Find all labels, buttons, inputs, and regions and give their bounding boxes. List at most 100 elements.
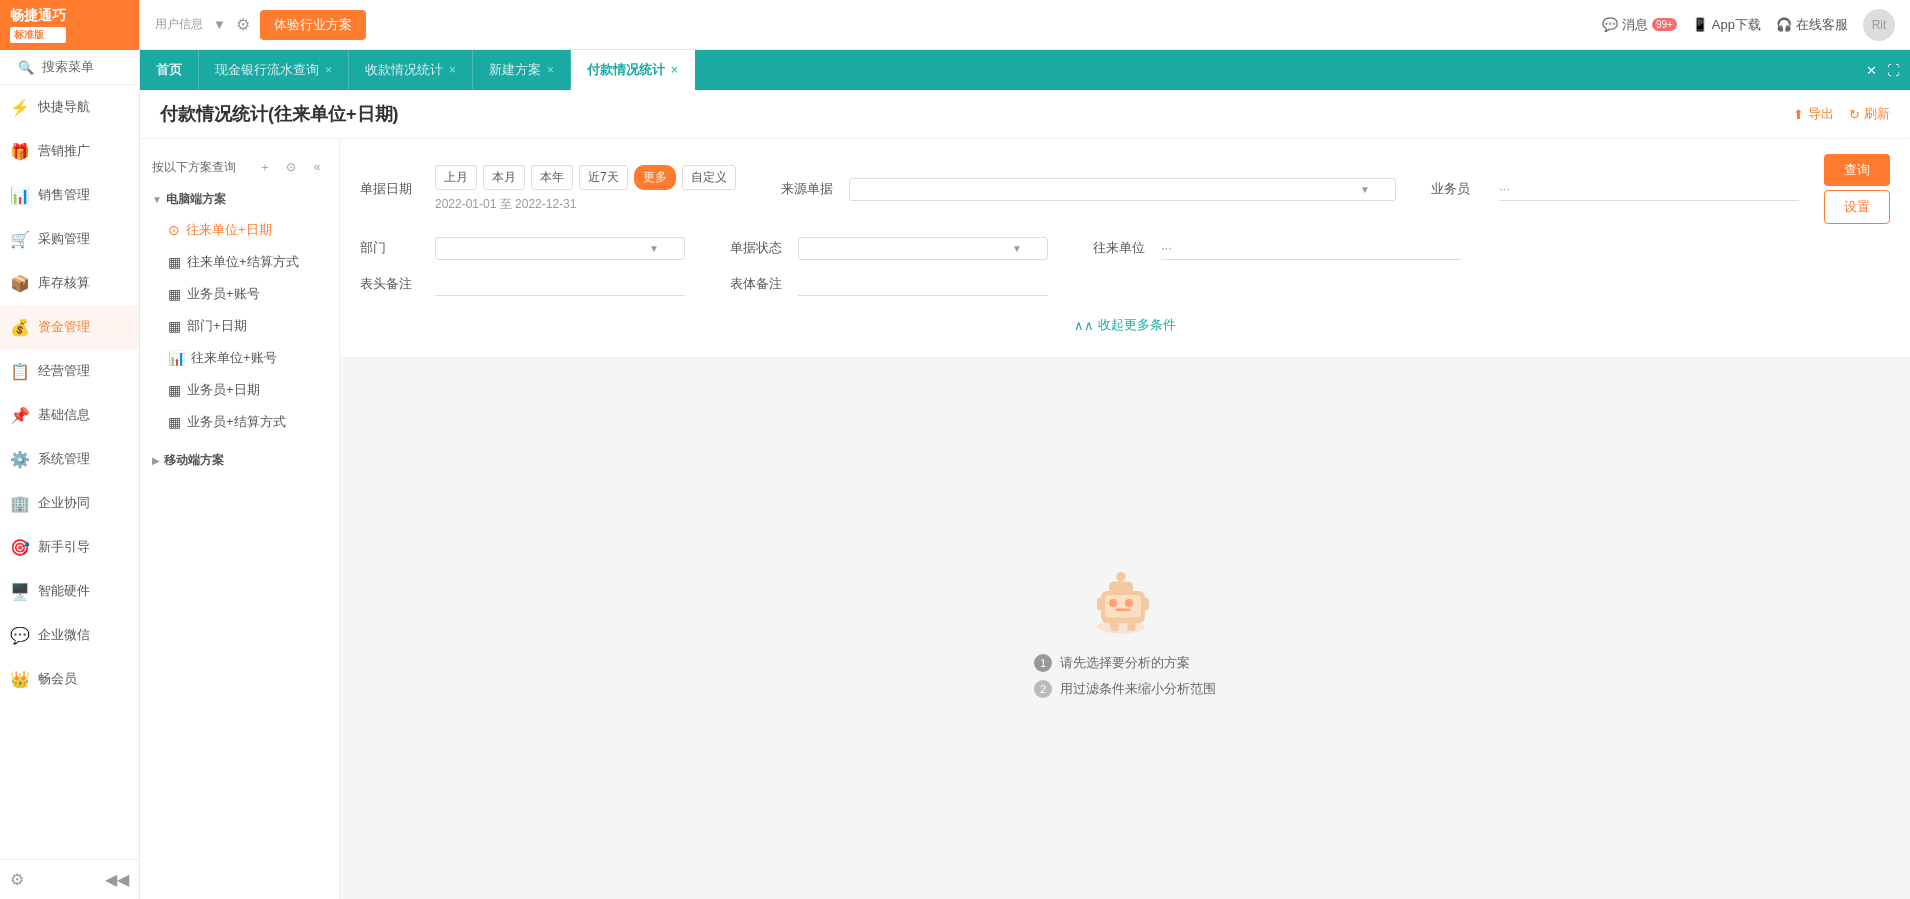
tab-income-stats-close[interactable]: × [449, 63, 456, 77]
sidebar-item-collab[interactable]: 🏢 企业协同 [0, 481, 139, 525]
right-panel: 单据日期 上月 本月 本年 近7天 更多 自定义 2022-01-01 至 20… [340, 139, 1910, 899]
messages-label: 消息 [1622, 16, 1648, 34]
date-btn-last7[interactable]: 近7天 [579, 165, 628, 190]
add-plan-btn[interactable]: ＋ [255, 157, 275, 177]
tab-payment-stats-close[interactable]: × [671, 63, 678, 77]
left-panel-header-actions: ＋ ⊙ « [255, 157, 327, 177]
plan-partner-settle[interactable]: ▦ 往来单位+结算方式 [140, 246, 339, 278]
sidebar-item-finance[interactable]: 💰 资金管理 [0, 305, 139, 349]
user-dropdown-icon[interactable]: ▼ [213, 17, 226, 32]
date-btn-this-month[interactable]: 本月 [483, 165, 525, 190]
sidebar-label-guide: 新手引导 [38, 538, 90, 556]
desktop-section[interactable]: ▼ 电脑端方案 [140, 185, 339, 214]
plan-staff-settle-icon: ▦ [168, 414, 181, 430]
sidebar-item-system[interactable]: ⚙️ 系统管理 [0, 437, 139, 481]
sidebar-label-sales: 销售管理 [38, 186, 90, 204]
sidebar-item-hardware[interactable]: 🖥️ 智能硬件 [0, 569, 139, 613]
sidebar-item-member[interactable]: 👑 畅会员 [0, 657, 139, 701]
svg-point-3 [1109, 599, 1117, 607]
sidebar-item-sales[interactable]: 📊 销售管理 [0, 173, 139, 217]
messages-item[interactable]: 💬 消息 99+ [1602, 16, 1677, 34]
doc-status-select[interactable]: ▼ [798, 237, 1048, 260]
user-info: 用户信息 [155, 16, 203, 33]
svg-rect-6 [1097, 597, 1103, 610]
topbar-left: 用户信息 ▼ ⚙ 体验行业方案 [155, 10, 366, 40]
plan-staff-date[interactable]: ▦ 业务员+日期 [140, 374, 339, 406]
source-label: 来源单据 [781, 180, 841, 198]
partner-dots[interactable]: ··· [1161, 236, 1461, 260]
bottom-settings-icon[interactable]: ⚙ [10, 870, 24, 889]
date-btn-more[interactable]: 更多 [634, 165, 676, 190]
user-avatar[interactable]: Rit [1863, 9, 1895, 41]
online-service-item[interactable]: 🎧 在线客服 [1776, 16, 1848, 34]
basic-icon: 📌 [10, 405, 30, 425]
date-range-text: 2022-01-01 至 2022-12-31 [435, 196, 736, 213]
query-btn[interactable]: 查询 [1824, 154, 1890, 186]
hardware-icon: 🖥️ [10, 581, 30, 601]
filter-row-1: 单据日期 上月 本月 本年 近7天 更多 自定义 2022-01-01 至 20… [360, 154, 1890, 224]
export-icon: ⬆ [1793, 107, 1804, 122]
plan-staff-account[interactable]: ▦ 业务员+账号 [140, 278, 339, 310]
plan-staff-settle[interactable]: ▦ 业务员+结算方式 [140, 406, 339, 438]
plan-partner-account[interactable]: 📊 往来单位+账号 [140, 342, 339, 374]
plan-partner-date[interactable]: ⊙ 往来单位+日期 [140, 214, 339, 246]
tab-bank-flow[interactable]: 现金银行流水查询 × [199, 50, 349, 90]
operation-icon: 📋 [10, 361, 30, 381]
sidebar-item-purchase[interactable]: 🛒 采购管理 [0, 217, 139, 261]
header-note-input[interactable] [435, 272, 685, 296]
source-dropdown-icon: ▼ [1360, 184, 1370, 195]
sidebar-item-basic[interactable]: 📌 基础信息 [0, 393, 139, 437]
sidebar-collapse-icon[interactable]: ◀◀ [105, 870, 129, 889]
body-note-label: 表体备注 [730, 275, 790, 293]
filter-area: 单据日期 上月 本月 本年 近7天 更多 自定义 2022-01-01 至 20… [340, 139, 1910, 358]
tab-payment-stats[interactable]: 付款情况统计 × [571, 50, 695, 90]
refresh-btn[interactable]: ↻ 刷新 [1849, 105, 1890, 123]
main-content: 按以下方案查询 ＋ ⊙ « ▼ 电脑端方案 ⊙ 往来单位+日期 ▦ [140, 139, 1910, 899]
search-menu[interactable]: 🔍 搜索菜单 [0, 50, 139, 85]
tab-fullscreen-icon[interactable]: ⛶ [1887, 63, 1900, 78]
sidebar-item-guide[interactable]: 🎯 新手引导 [0, 525, 139, 569]
plan-dept-date[interactable]: ▦ 部门+日期 [140, 310, 339, 342]
left-panel-title: 按以下方案查询 [152, 159, 236, 176]
sales-icon: 📊 [10, 185, 30, 205]
plan-staff-date-icon: ▦ [168, 382, 181, 398]
sidebar-item-operation[interactable]: 📋 经营管理 [0, 349, 139, 393]
app-download-item[interactable]: 📱 App下载 [1692, 16, 1761, 34]
body-note-input[interactable] [798, 272, 1048, 296]
tab-home[interactable]: 首页 [140, 50, 199, 90]
results-area: 1 请先选择要分析的方案 2 用过滤条件来缩小分析范围 [340, 358, 1910, 899]
date-btn-custom[interactable]: 自定义 [682, 165, 736, 190]
plan-settings-btn[interactable]: ⊙ [281, 157, 301, 177]
export-btn[interactable]: ⬆ 导出 [1793, 105, 1834, 123]
tab-bank-flow-close[interactable]: × [325, 63, 332, 77]
page-header-actions: ⬆ 导出 ↻ 刷新 [1793, 105, 1890, 123]
svg-rect-9 [1127, 621, 1135, 631]
tab-close-all-icon[interactable]: ✕ [1866, 63, 1877, 78]
collapse-filter-btn[interactable]: ∧∧ 收起更多条件 [360, 308, 1890, 342]
tab-new-plan-close[interactable]: × [547, 63, 554, 77]
filter-settings-btn[interactable]: 设置 [1824, 190, 1890, 224]
sidebar-item-marketing[interactable]: 🎁 营销推广 [0, 129, 139, 173]
online-service-label: 在线客服 [1796, 16, 1848, 34]
tab-income-stats[interactable]: 收款情况统计 × [349, 50, 473, 90]
mobile-section[interactable]: ▶ 移动端方案 [140, 446, 339, 475]
topbar-settings-icon[interactable]: ⚙ [236, 15, 250, 34]
date-options: 上月 本月 本年 近7天 更多 自定义 [435, 165, 736, 190]
source-select[interactable]: ▼ [849, 178, 1396, 201]
tab-bank-flow-label: 现金银行流水查询 [215, 61, 319, 79]
purchase-icon: 🛒 [10, 229, 30, 249]
empty-icon [1075, 559, 1175, 639]
sidebar-item-weixin[interactable]: 💬 企业微信 [0, 613, 139, 657]
sidebar-label-hardware: 智能硬件 [38, 582, 90, 600]
date-btn-last-month[interactable]: 上月 [435, 165, 477, 190]
sidebar-item-quick-nav[interactable]: ⚡ 快捷导航 [0, 85, 139, 129]
collapse-panel-btn[interactable]: « [307, 157, 327, 177]
filter-row-3: 表头备注 表体备注 [360, 272, 1890, 296]
staff-dots[interactable]: ··· [1499, 177, 1799, 201]
dept-select[interactable]: ▼ [435, 237, 685, 260]
tab-income-stats-label: 收款情况统计 [365, 61, 443, 79]
tab-new-plan[interactable]: 新建方案 × [473, 50, 571, 90]
date-btn-this-year[interactable]: 本年 [531, 165, 573, 190]
try-industry-btn[interactable]: 体验行业方案 [260, 10, 366, 40]
sidebar-item-inventory[interactable]: 📦 库存核算 [0, 261, 139, 305]
